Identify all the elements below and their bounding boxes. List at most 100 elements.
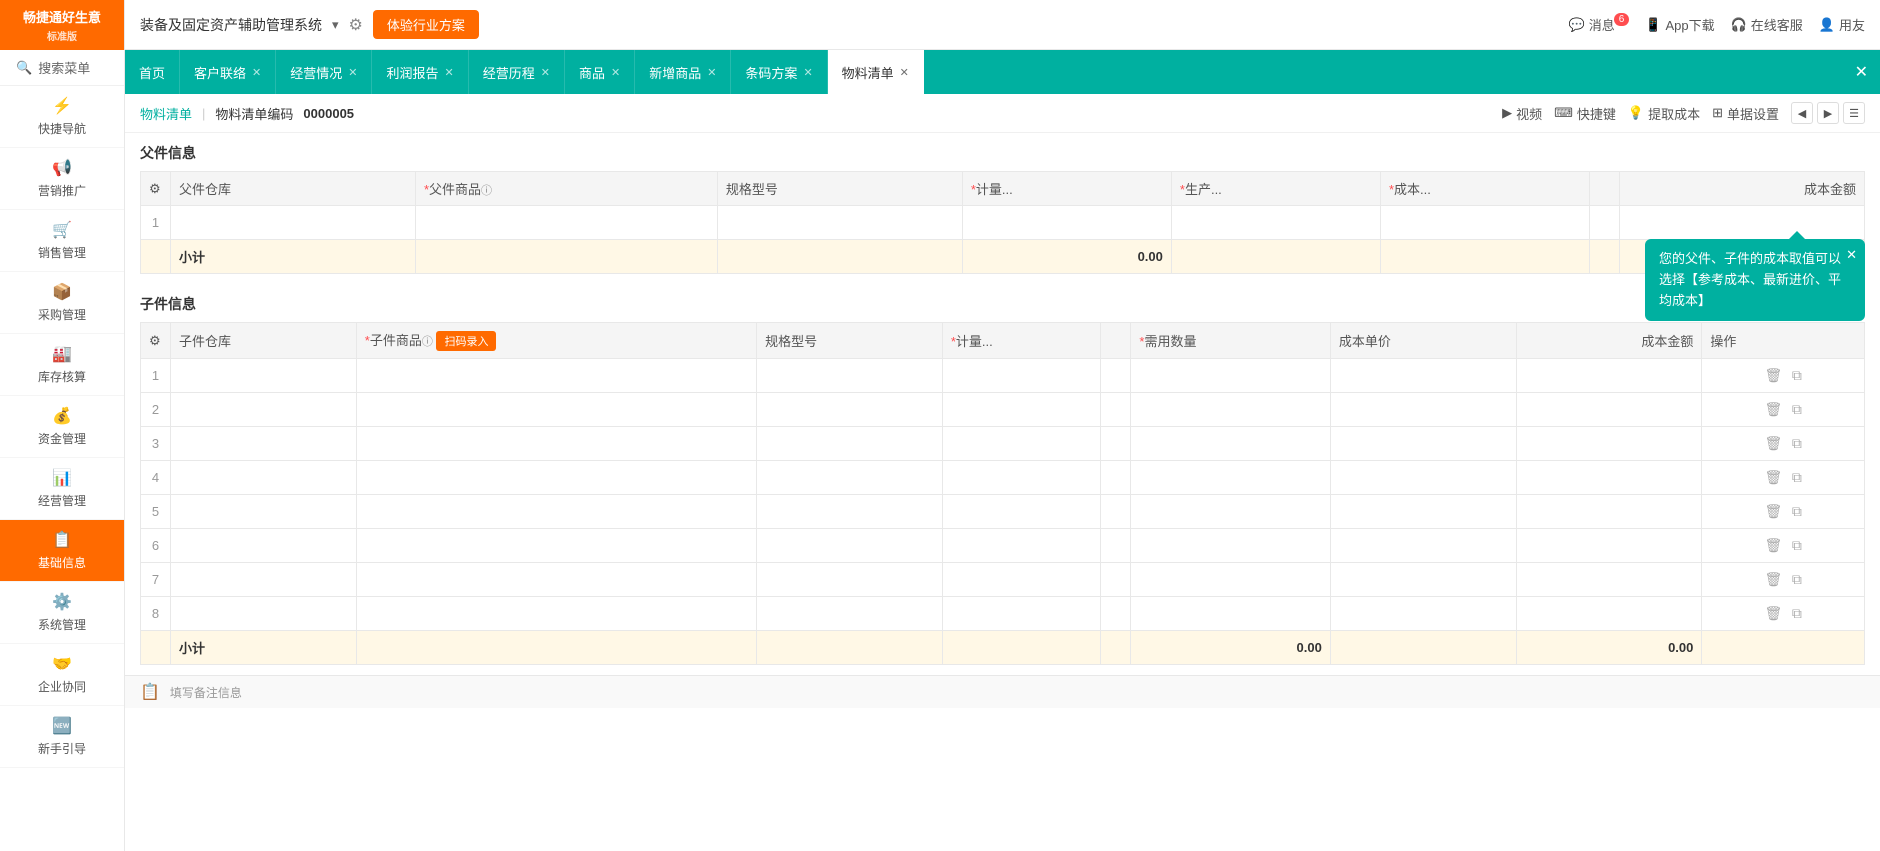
child-unit-cost-cell[interactable] (1330, 529, 1516, 563)
tab-new-products[interactable]: 新增商品✕ (635, 50, 731, 94)
scan-button[interactable]: 扫码录入 (436, 331, 496, 351)
child-unit-cost-cell[interactable] (1330, 495, 1516, 529)
delete-icon[interactable]: 🗑 (1764, 503, 1782, 519)
child-quantity-cell[interactable] (1131, 529, 1330, 563)
child-spec-cell[interactable] (757, 563, 943, 597)
th-parent-settings[interactable]: ⚙ (141, 172, 171, 206)
child-spec-cell[interactable] (757, 461, 943, 495)
copy-icon[interactable]: ⧉ (1792, 401, 1802, 417)
child-product-cell[interactable] (356, 427, 756, 461)
parent-cost-cell[interactable] (1380, 206, 1589, 240)
tab-profit[interactable]: 利润报告✕ (372, 50, 468, 94)
child-product-cell[interactable] (356, 495, 756, 529)
delete-icon[interactable]: 🗑 (1764, 537, 1782, 553)
sidebar-item-purchase[interactable]: 📦 采购管理 (0, 272, 124, 334)
tab-bom[interactable]: 物料清单✕ (828, 50, 924, 94)
user-button[interactable]: 👤 用友 (1819, 15, 1865, 34)
delete-icon[interactable]: 🗑 (1764, 605, 1782, 621)
tab-customers[interactable]: 客户联络✕ (180, 50, 276, 94)
trial-button[interactable]: 体验行业方案 (373, 10, 479, 39)
online-service-button[interactable]: 🎧 在线客服 (1731, 15, 1803, 34)
sidebar-item-marketing[interactable]: 📢 营销推广 (0, 148, 124, 210)
sidebar-item-enterprise[interactable]: 🤝 企业协同 (0, 644, 124, 706)
child-unit-cost-cell[interactable] (1330, 393, 1516, 427)
child-unit-cell[interactable] (942, 529, 1101, 563)
child-product-cell[interactable] (356, 597, 756, 631)
close-operation-icon[interactable]: ✕ (348, 66, 357, 79)
child-product-cell[interactable] (356, 393, 756, 427)
child-unit-cost-cell[interactable] (1330, 597, 1516, 631)
child-product-cell[interactable] (356, 529, 756, 563)
copy-icon[interactable]: ⧉ (1792, 435, 1802, 451)
next-arrow[interactable]: ▶ (1817, 102, 1839, 124)
child-warehouse-cell[interactable] (171, 597, 357, 631)
extract-cost-button[interactable]: 💡 提取成本 (1628, 104, 1700, 123)
child-spec-cell[interactable] (757, 359, 943, 393)
child-warehouse-cell[interactable] (171, 529, 357, 563)
sidebar-search[interactable]: 🔍 搜索菜单 (0, 50, 124, 86)
child-product-cell[interactable] (356, 359, 756, 393)
prev-arrow[interactable]: ◀ (1791, 102, 1813, 124)
shortcuts-button[interactable]: ⌨ 快捷键 (1554, 104, 1616, 123)
close-barcode-icon[interactable]: ✕ (803, 66, 812, 79)
sidebar-item-guide[interactable]: 🆕 新手引导 (0, 706, 124, 768)
copy-icon[interactable]: ⧉ (1792, 537, 1802, 553)
delete-icon[interactable]: 🗑 (1764, 571, 1782, 587)
child-warehouse-cell[interactable] (171, 461, 357, 495)
child-unit-cost-cell[interactable] (1330, 427, 1516, 461)
close-profit-icon[interactable]: ✕ (445, 66, 454, 79)
child-spec-cell[interactable] (757, 427, 943, 461)
parent-spec-cell[interactable] (717, 206, 962, 240)
video-button[interactable]: ▶ 视频 (1502, 104, 1542, 123)
child-spec-cell[interactable] (757, 529, 943, 563)
close-bom-icon[interactable]: ✕ (900, 66, 909, 79)
child-warehouse-cell[interactable] (171, 563, 357, 597)
sidebar-item-finance[interactable]: 💰 资金管理 (0, 396, 124, 458)
copy-icon[interactable]: ⧉ (1792, 571, 1802, 587)
copy-icon[interactable]: ⧉ (1792, 503, 1802, 519)
copy-icon[interactable]: ⧉ (1792, 469, 1802, 485)
child-quantity-cell[interactable] (1131, 359, 1330, 393)
close-history-icon[interactable]: ✕ (541, 66, 550, 79)
messages-button[interactable]: 💬 消息 6 (1569, 15, 1630, 34)
menu-arrow[interactable]: ☰ (1843, 102, 1865, 124)
child-unit-cell[interactable] (942, 427, 1101, 461)
delete-icon[interactable]: 🗑 (1764, 435, 1782, 451)
parent-unit-cell[interactable] (962, 206, 1171, 240)
close-customers-icon[interactable]: ✕ (252, 66, 261, 79)
breadcrumb-bom[interactable]: 物料清单 (140, 104, 192, 123)
child-unit-cell[interactable] (942, 393, 1101, 427)
child-unit-cost-cell[interactable] (1330, 461, 1516, 495)
close-products-icon[interactable]: ✕ (611, 66, 620, 79)
child-quantity-cell[interactable] (1131, 495, 1330, 529)
sidebar-item-business[interactable]: 📊 经营管理 (0, 458, 124, 520)
system-selector[interactable]: ▾ (332, 17, 339, 33)
child-unit-cell[interactable] (942, 495, 1101, 529)
sidebar-item-basic-info[interactable]: 📋 基础信息 (0, 520, 124, 582)
child-quantity-cell[interactable] (1131, 427, 1330, 461)
tab-products[interactable]: 商品✕ (565, 50, 635, 94)
child-warehouse-cell[interactable] (171, 359, 357, 393)
copy-icon[interactable]: ⧉ (1792, 605, 1802, 621)
child-quantity-cell[interactable] (1131, 393, 1330, 427)
sidebar-item-sales[interactable]: 🛒 销售管理 (0, 210, 124, 272)
tab-barcode[interactable]: 条码方案✕ (731, 50, 827, 94)
child-spec-cell[interactable] (757, 393, 943, 427)
child-quantity-cell[interactable] (1131, 461, 1330, 495)
parent-product-cell[interactable] (415, 206, 717, 240)
child-spec-cell[interactable] (757, 597, 943, 631)
child-unit-cell[interactable] (942, 563, 1101, 597)
sidebar-item-system[interactable]: ⚙️ 系统管理 (0, 582, 124, 644)
child-unit-cell[interactable] (942, 461, 1101, 495)
child-unit-cell[interactable] (942, 359, 1101, 393)
child-warehouse-cell[interactable] (171, 393, 357, 427)
child-quantity-cell[interactable] (1131, 597, 1330, 631)
tooltip-close-button[interactable]: ✕ (1846, 245, 1857, 266)
delete-icon[interactable]: 🗑 (1764, 469, 1782, 485)
settings-icon[interactable]: ⚙ (349, 15, 363, 35)
child-quantity-cell[interactable] (1131, 563, 1330, 597)
child-warehouse-cell[interactable] (171, 427, 357, 461)
single-settings-button[interactable]: ⊞ 单据设置 (1712, 104, 1779, 123)
parent-production-cell[interactable] (1171, 206, 1380, 240)
child-warehouse-cell[interactable] (171, 495, 357, 529)
